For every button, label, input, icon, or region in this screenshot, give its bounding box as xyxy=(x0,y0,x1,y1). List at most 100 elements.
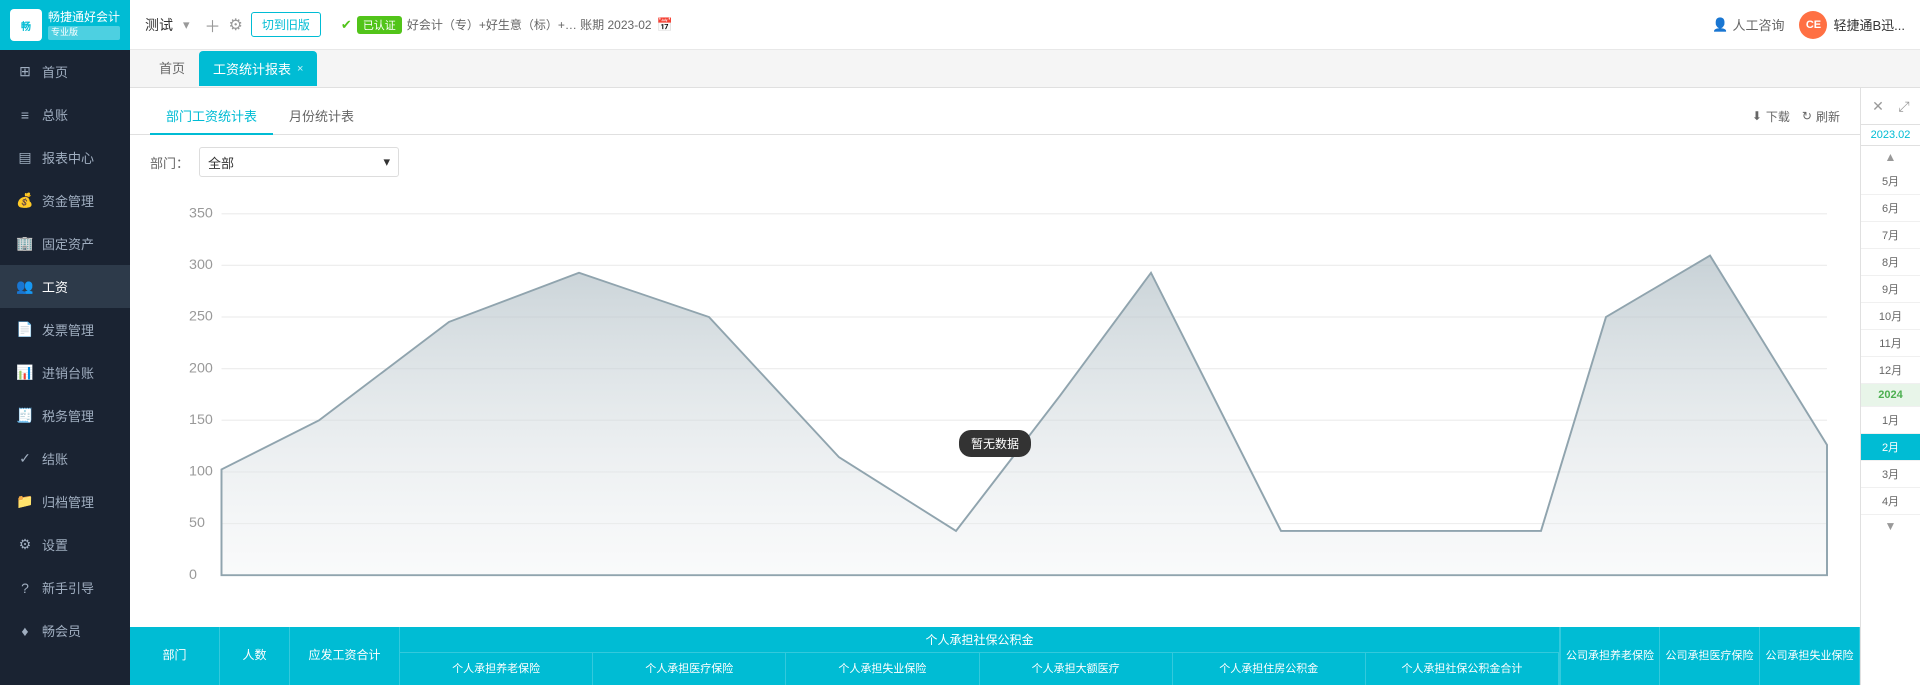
month-item[interactable]: 11月 xyxy=(1861,330,1920,357)
select-arrow-icon: ▾ xyxy=(383,154,390,170)
year-header-2024: 2024 xyxy=(1861,384,1920,407)
sidebar-item-进销台账[interactable]: 📊 进销台账 xyxy=(0,351,130,394)
main-panel: 部门工资统计表 月份统计表 ⬇ 下载 ↻ 刷新 xyxy=(130,88,1860,685)
close-panel-icon[interactable]: ✕ xyxy=(1868,96,1888,116)
svg-text:100: 100 xyxy=(189,463,213,479)
help-icon: 👤 xyxy=(1712,17,1728,33)
month-item[interactable]: 12月 xyxy=(1861,357,1920,384)
chart-area xyxy=(222,256,1828,576)
switch-version-button[interactable]: 切到旧版 xyxy=(251,12,321,37)
sidebar-item-资金管理[interactable]: 💰 资金管理 xyxy=(0,179,130,222)
sidebar: 畅 畅捷通好会计 专业版 ⊞ 首页≡ 总账▤ 报表中心💰 资金管理🏢 固定资产👥 xyxy=(0,0,130,685)
content-area: 部门工资统计表 月份统计表 ⬇ 下载 ↻ 刷新 xyxy=(130,88,1920,685)
scroll-down-button[interactable]: ▼ xyxy=(1861,515,1920,537)
sidebar-item-结账[interactable]: ✓ 结账 xyxy=(0,437,130,480)
th-personal-medical: 个人承担医疗保险 xyxy=(593,653,786,685)
year-label: 2023.02 xyxy=(1861,125,1920,146)
sidebar-label: 税务管理 xyxy=(42,406,94,425)
svg-text:300: 300 xyxy=(189,256,213,272)
sidebar-label: 工资 xyxy=(42,277,68,296)
avatar: CE xyxy=(1799,11,1827,39)
sidebar-item-设置[interactable]: ⚙ 设置 xyxy=(0,523,130,566)
svg-text:50: 50 xyxy=(189,515,205,531)
tab-home[interactable]: 首页 xyxy=(145,50,199,87)
user-menu[interactable]: CE 轻捷通B迅... xyxy=(1799,11,1905,39)
month-item[interactable]: 6月 xyxy=(1861,195,1920,222)
sidebar-label: 畅会员 xyxy=(42,621,81,640)
tab-close-icon[interactable]: × xyxy=(297,63,303,75)
refresh-icon: ↻ xyxy=(1802,109,1812,123)
sub-tab-month[interactable]: 月份统计表 xyxy=(273,98,370,135)
help-button[interactable]: 👤 人工咨询 xyxy=(1712,15,1784,34)
dept-filter-label: 部门： xyxy=(150,153,189,172)
month-item[interactable]: 4月 xyxy=(1861,488,1920,515)
filter-bar: 部门： 全部 ▾ xyxy=(130,135,1860,189)
sidebar-icon: ✓ xyxy=(16,450,34,467)
month-item[interactable]: 8月 xyxy=(1861,249,1920,276)
sidebar-icon: ≡ xyxy=(16,107,34,123)
dept-select[interactable]: 全部 ▾ xyxy=(199,147,399,177)
sidebar-item-归档管理[interactable]: 📁 归档管理 xyxy=(0,480,130,523)
sidebar-label: 归档管理 xyxy=(42,492,94,511)
svg-text:0: 0 xyxy=(189,566,197,582)
download-icon: ⬇ xyxy=(1752,109,1762,123)
add-icon[interactable]: ＋ xyxy=(205,13,221,37)
sub-tab-actions: ⬇ 下载 ↻ 刷新 xyxy=(1752,108,1840,125)
sidebar-icon: ⊞ xyxy=(16,63,34,80)
sidebar-label: 发票管理 xyxy=(42,320,94,339)
topbar-title: 测试 xyxy=(145,15,173,35)
sidebar-item-首页[interactable]: ⊞ 首页 xyxy=(0,50,130,93)
sidebar-item-工资[interactable]: 👥 工资 xyxy=(0,265,130,308)
sidebar-item-新手引导[interactable]: ? 新手引导 xyxy=(0,566,130,609)
sidebar-icon: 📄 xyxy=(16,321,34,338)
sidebar-item-税务管理[interactable]: 🧾 税务管理 xyxy=(0,394,130,437)
tab-salary-report[interactable]: 工资统计报表 × xyxy=(199,51,317,86)
month-item[interactable]: 3月 xyxy=(1861,461,1920,488)
refresh-button[interactable]: ↻ 刷新 xyxy=(1802,108,1840,125)
svg-text:200: 200 xyxy=(189,360,213,376)
th-company-unemployment: 公司承担失业保险 xyxy=(1760,627,1860,685)
topbar-actions: ＋ ⚙ 切到旧版 xyxy=(205,12,321,37)
sub-tab-dept[interactable]: 部门工资统计表 xyxy=(150,98,273,135)
topbar-right: 👤 人工咨询 CE 轻捷通B迅... xyxy=(1712,11,1905,39)
th-company-pension: 公司承担养老保险 xyxy=(1560,627,1660,685)
download-button[interactable]: ⬇ 下载 xyxy=(1752,108,1790,125)
chart-tooltip: 暂无数据 xyxy=(959,430,1031,457)
th-personal-housing-fund: 个人承担住房公积金 xyxy=(1173,653,1366,685)
table-header: 部门 人数 应发工资合计 个人承担社保公积金 个人承担养老保险 xyxy=(130,627,1860,685)
sidebar-item-固定资产[interactable]: 🏢 固定资产 xyxy=(0,222,130,265)
sidebar-label: 进销台账 xyxy=(42,363,94,382)
th-headcount: 人数 xyxy=(220,627,290,685)
th-personal-group-cells: 个人承担养老保险 个人承担医疗保险 个人承担失业保险 个人承担大额医疗 个人承担 xyxy=(400,653,1559,685)
sidebar-icon: 👥 xyxy=(16,278,34,295)
user-name: 轻捷通B迅... xyxy=(1833,15,1905,34)
chart-container: 350 300 250 200 150 100 50 0 xyxy=(130,189,1860,627)
sidebar-item-总账[interactable]: ≡ 总账 xyxy=(0,93,130,136)
month-item[interactable]: 7月 xyxy=(1861,222,1920,249)
sidebar-item-发票管理[interactable]: 📄 发票管理 xyxy=(0,308,130,351)
sidebar-icon: 📁 xyxy=(16,493,34,510)
sidebar-icon: ⚙ xyxy=(16,536,34,553)
month-item[interactable]: 5月 xyxy=(1861,168,1920,195)
month-item[interactable]: 2月 xyxy=(1861,434,1920,461)
sidebar-icon: 💰 xyxy=(16,192,34,209)
month-item[interactable]: 10月 xyxy=(1861,303,1920,330)
th-personal-total: 个人承担社保公积金合计 xyxy=(1366,653,1559,685)
sidebar-label: 资金管理 xyxy=(42,191,94,210)
sidebar-label: 首页 xyxy=(42,62,68,81)
sidebar-label: 总账 xyxy=(42,105,68,124)
sidebar-icon: ▤ xyxy=(16,149,34,166)
chart-svg: 350 300 250 200 150 100 50 0 xyxy=(150,199,1840,617)
sidebar-item-报表中心[interactable]: ▤ 报表中心 xyxy=(0,136,130,179)
month-item[interactable]: 1月 xyxy=(1861,407,1920,434)
settings-icon[interactable]: ⚙ xyxy=(229,15,243,35)
topbar-status: ✔ 已认证 好会计（专）+好生意（标）+… 账期 2023-02 📅 xyxy=(341,16,673,34)
scroll-up-button[interactable]: ▲ xyxy=(1861,146,1920,168)
sidebar-item-畅会员[interactable]: ♦ 畅会员 xyxy=(0,609,130,652)
topbar-dropdown-arrow[interactable]: ▾ xyxy=(183,17,190,33)
expand-panel-icon[interactable]: ⤢ xyxy=(1894,96,1914,116)
month-item[interactable]: 9月 xyxy=(1861,276,1920,303)
sidebar-icon: ♦ xyxy=(16,623,34,639)
th-personal-major-medical: 个人承担大额医疗 xyxy=(980,653,1173,685)
certified-badge: 已认证 xyxy=(357,16,402,34)
